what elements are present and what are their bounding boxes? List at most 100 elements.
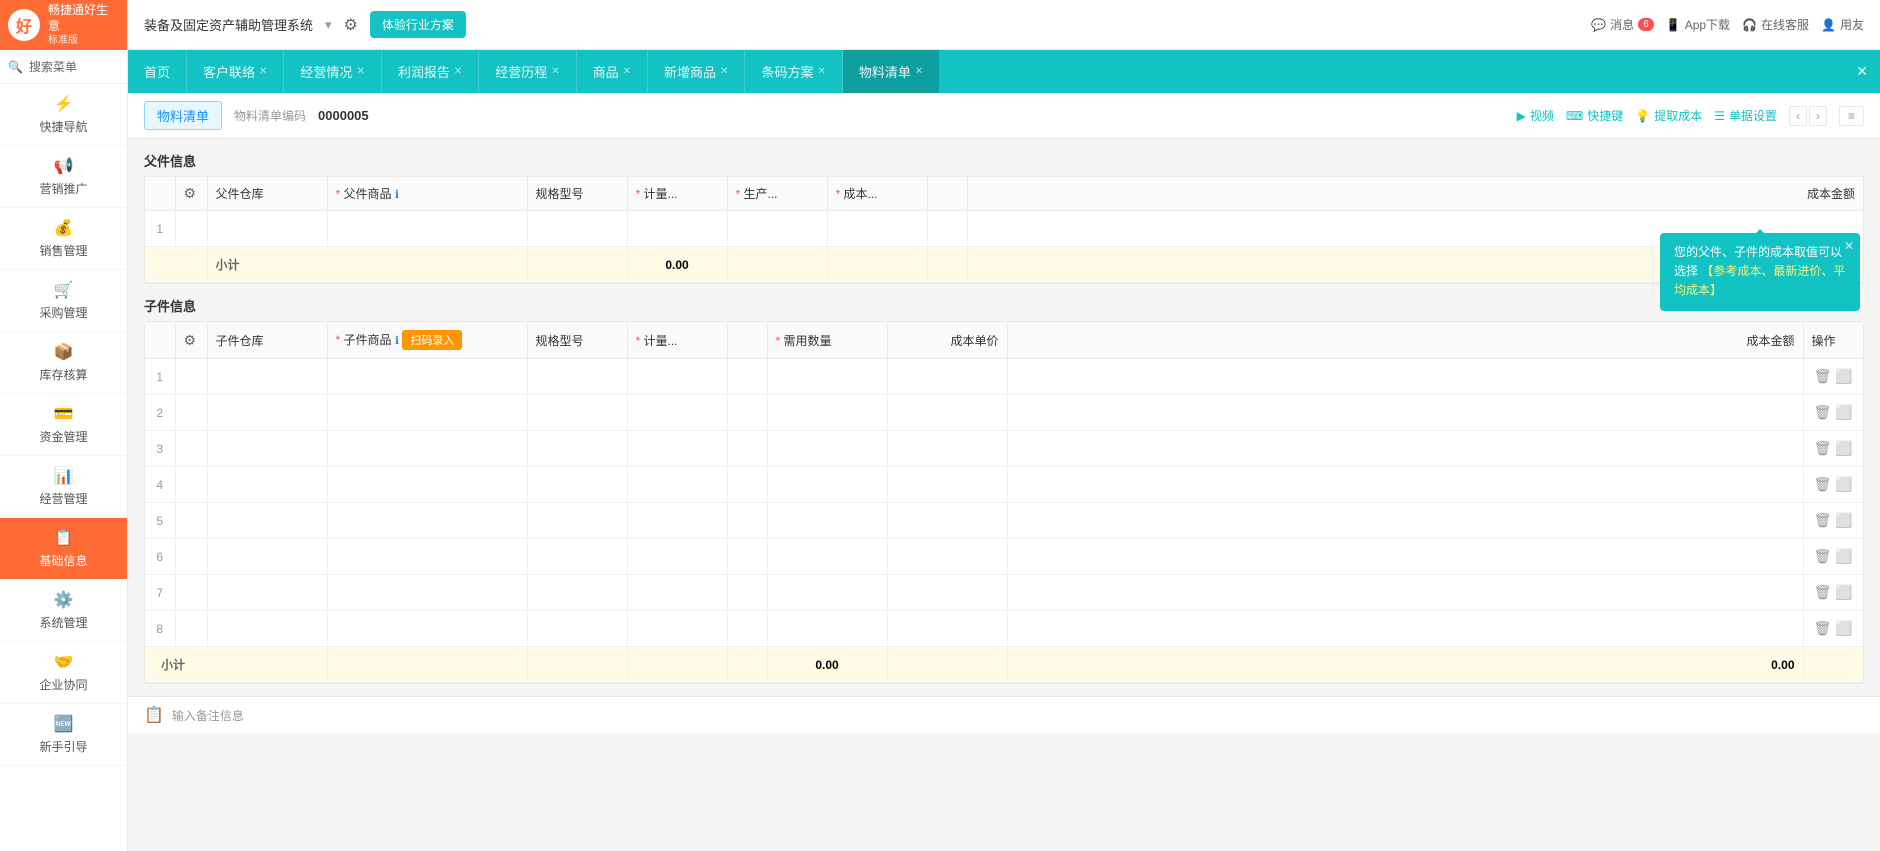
child-row-product-3[interactable]	[327, 431, 527, 467]
child-row-unit-1[interactable]	[627, 359, 727, 395]
child-th-settings[interactable]: ⚙	[175, 322, 207, 359]
delete-icon[interactable]: 🗑	[1814, 548, 1832, 565]
copy-icon[interactable]: ⬜	[1835, 476, 1852, 493]
child-row-warehouse-4[interactable]	[207, 467, 327, 503]
child-row-quantity-2[interactable]	[767, 395, 887, 431]
trial-button[interactable]: 体验行业方案	[370, 11, 466, 38]
child-row-unit-7[interactable]	[627, 575, 727, 611]
sidebar-item-marketing[interactable]: 📢 营销推广	[0, 146, 127, 208]
child-row-quantity-6[interactable]	[767, 539, 887, 575]
child-row-unit-price-2[interactable]	[887, 395, 1007, 431]
tab-barcode-close[interactable]: ✕	[817, 66, 825, 77]
tab-operations[interactable]: 经营情况 ✕	[284, 50, 381, 93]
page-tab-bom[interactable]: 物料清单	[144, 101, 222, 130]
delete-icon[interactable]: 🗑	[1814, 584, 1832, 601]
child-row-warehouse-2[interactable]	[207, 395, 327, 431]
tab-operations-close[interactable]: ✕	[356, 66, 364, 77]
sidebar-item-inventory[interactable]: 📦 库存核算	[0, 332, 127, 394]
sidebar-item-basic-info[interactable]: 📋 基础信息	[0, 518, 127, 580]
single-settings-action[interactable]: ☰ 单据设置	[1714, 107, 1777, 124]
copy-icon[interactable]: ⬜	[1835, 512, 1852, 529]
copy-icon[interactable]: ⬜	[1835, 368, 1852, 385]
child-row-unit-price-4[interactable]	[887, 467, 1007, 503]
child-row-quantity-7[interactable]	[767, 575, 887, 611]
next-arrow[interactable]: ›	[1809, 106, 1827, 126]
child-row-product-4[interactable]	[327, 467, 527, 503]
sidebar-item-collab[interactable]: 🤝 企业协同	[0, 642, 127, 704]
extract-cost-action[interactable]: 💡 提取成本	[1635, 107, 1702, 124]
tab-profit[interactable]: 利润报告 ✕	[382, 50, 479, 93]
child-row-unit-2[interactable]	[627, 395, 727, 431]
row-warehouse-1[interactable]	[207, 211, 327, 247]
child-row-spec-8[interactable]	[527, 611, 627, 647]
sidebar-item-sales[interactable]: 💰 销售管理	[0, 208, 127, 270]
tooltip-close-btn[interactable]: ✕	[1844, 237, 1854, 256]
sidebar-item-guide[interactable]: 🆕 新手引导	[0, 704, 127, 766]
child-row-spec-7[interactable]	[527, 575, 627, 611]
user-btn[interactable]: 👤 用友	[1821, 16, 1864, 33]
prev-arrow[interactable]: ‹	[1789, 106, 1807, 126]
child-row-product-1[interactable]	[327, 359, 527, 395]
tab-home[interactable]: 首页	[128, 50, 187, 93]
sidebar-item-system[interactable]: ⚙️ 系统管理	[0, 580, 127, 642]
child-row-quantity-8[interactable]	[767, 611, 887, 647]
child-row-unit-price-7[interactable]	[887, 575, 1007, 611]
app-download-btn[interactable]: 📱 App下载	[1666, 16, 1730, 33]
child-row-unit-4[interactable]	[627, 467, 727, 503]
delete-icon[interactable]: 🗑	[1814, 368, 1832, 385]
child-row-product-2[interactable]	[327, 395, 527, 431]
tab-goods-close[interactable]: ✕	[623, 66, 631, 77]
child-row-unit-price-5[interactable]	[887, 503, 1007, 539]
message-btn[interactable]: 💬 消息 6	[1591, 16, 1654, 33]
row-unit-1[interactable]	[627, 211, 727, 247]
tab-new-goods[interactable]: 新增商品 ✕	[648, 50, 745, 93]
gear-icon[interactable]: ⚙	[344, 15, 358, 35]
tab-barcode[interactable]: 条码方案 ✕	[745, 50, 842, 93]
child-row-product-7[interactable]	[327, 575, 527, 611]
child-row-warehouse-6[interactable]	[207, 539, 327, 575]
child-row-warehouse-5[interactable]	[207, 503, 327, 539]
child-row-quantity-1[interactable]	[767, 359, 887, 395]
sidebar-item-finance[interactable]: 💳 资金管理	[0, 394, 127, 456]
child-row-unit-price-3[interactable]	[887, 431, 1007, 467]
tab-profit-close[interactable]: ✕	[454, 66, 462, 77]
child-row-spec-3[interactable]	[527, 431, 627, 467]
delete-icon[interactable]: 🗑	[1814, 476, 1832, 493]
tab-new-goods-close[interactable]: ✕	[720, 66, 728, 77]
child-row-unit-5[interactable]	[627, 503, 727, 539]
child-row-product-6[interactable]	[327, 539, 527, 575]
online-service-btn[interactable]: 🎧 在线客服	[1742, 16, 1809, 33]
copy-icon[interactable]: ⬜	[1835, 584, 1852, 601]
tab-customer-close[interactable]: ✕	[259, 66, 267, 77]
tab-goods[interactable]: 商品 ✕	[577, 50, 648, 93]
child-row-spec-6[interactable]	[527, 539, 627, 575]
delete-icon[interactable]: 🗑	[1814, 440, 1832, 457]
row-production-1[interactable]	[727, 211, 827, 247]
delete-icon[interactable]: 🗑	[1814, 404, 1832, 421]
child-row-warehouse-8[interactable]	[207, 611, 327, 647]
child-row-warehouse-1[interactable]	[207, 359, 327, 395]
th-settings[interactable]: ⚙	[175, 177, 207, 211]
child-row-quantity-4[interactable]	[767, 467, 887, 503]
child-row-warehouse-7[interactable]	[207, 575, 327, 611]
child-row-spec-5[interactable]	[527, 503, 627, 539]
row-product-1[interactable]	[327, 211, 527, 247]
sidebar-item-operations[interactable]: 📊 经营管理	[0, 456, 127, 518]
row-spec-1[interactable]	[527, 211, 627, 247]
child-row-spec-1[interactable]	[527, 359, 627, 395]
child-row-quantity-3[interactable]	[767, 431, 887, 467]
tab-history[interactable]: 经营历程 ✕	[479, 50, 576, 93]
dropdown-icon[interactable]: ▾	[325, 17, 332, 33]
shortcut-action[interactable]: ⌨ 快捷键	[1566, 107, 1623, 124]
child-row-product-8[interactable]	[327, 611, 527, 647]
child-row-unit-price-8[interactable]	[887, 611, 1007, 647]
row-cost-1[interactable]	[827, 211, 927, 247]
child-row-unit-price-6[interactable]	[887, 539, 1007, 575]
delete-icon[interactable]: 🗑	[1814, 512, 1832, 529]
child-row-unit-8[interactable]	[627, 611, 727, 647]
child-row-product-5[interactable]	[327, 503, 527, 539]
child-row-unit-6[interactable]	[627, 539, 727, 575]
copy-icon[interactable]: ⬜	[1835, 620, 1852, 637]
tab-history-close[interactable]: ✕	[551, 66, 559, 77]
copy-icon[interactable]: ⬜	[1835, 548, 1852, 565]
